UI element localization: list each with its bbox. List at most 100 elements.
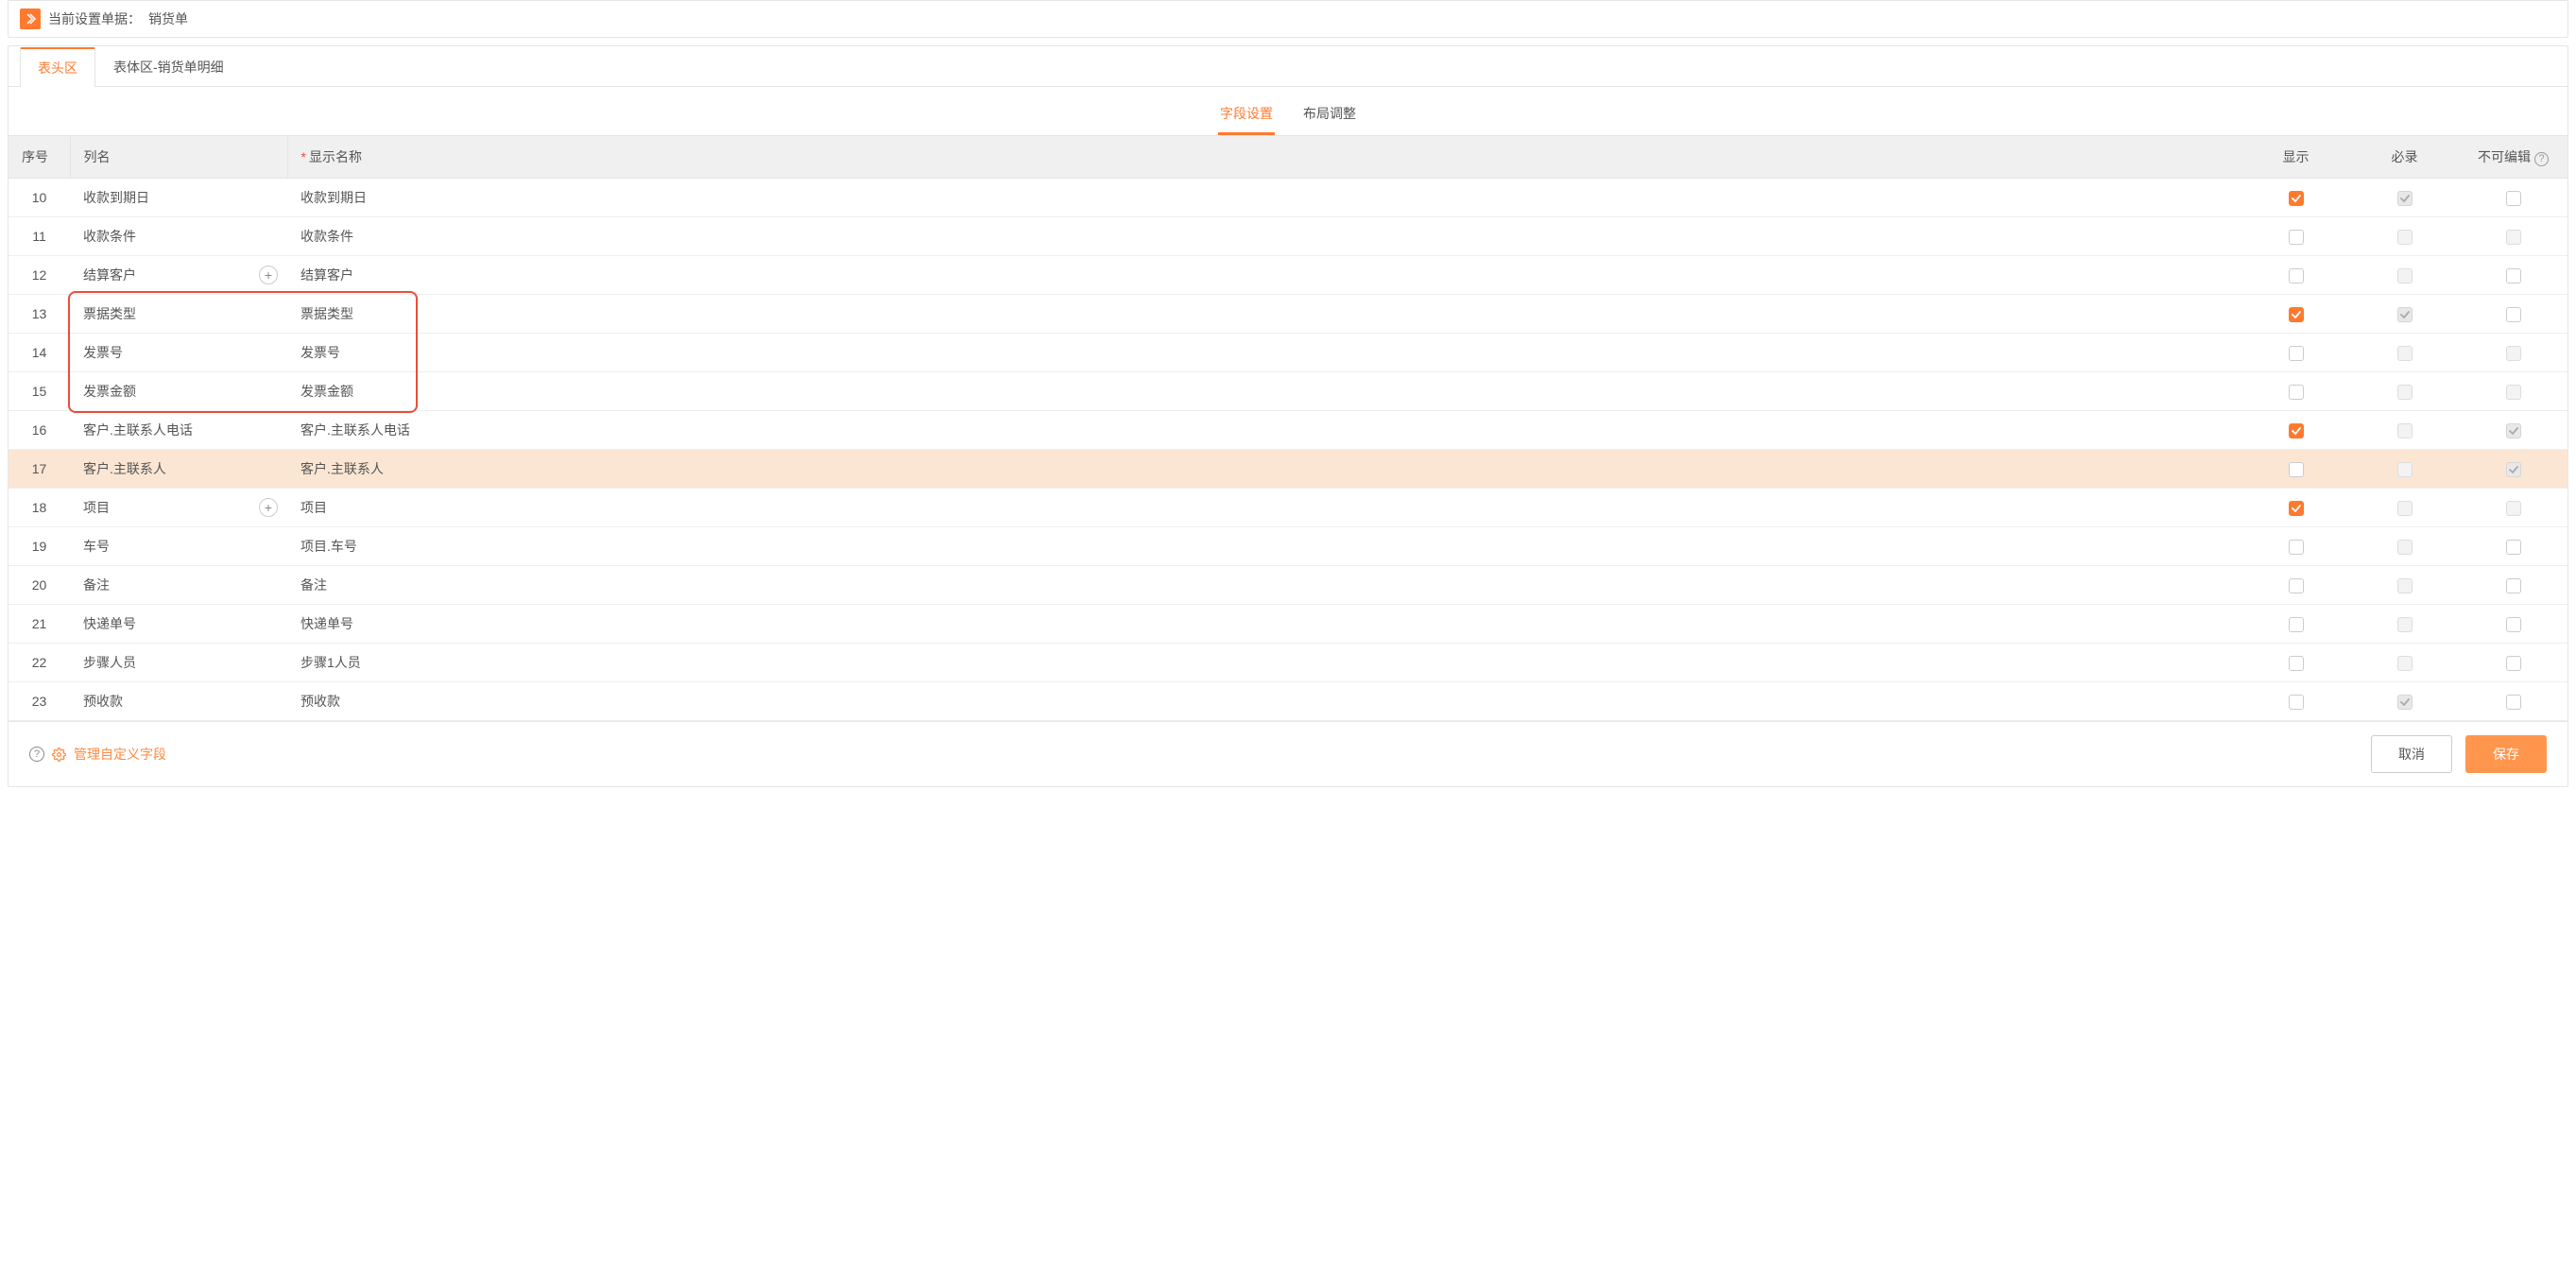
cell-seq: 17 bbox=[9, 450, 70, 489]
checkbox-readonly[interactable] bbox=[2506, 307, 2521, 322]
cell-show bbox=[2241, 450, 2350, 489]
table-row: 22步骤人员步骤1人员 bbox=[9, 644, 2567, 682]
checkbox-readonly bbox=[2506, 501, 2521, 516]
table-row: 10收款到期日收款到期日 bbox=[9, 179, 2567, 217]
checkbox-readonly[interactable] bbox=[2506, 695, 2521, 710]
cell-show bbox=[2241, 527, 2350, 566]
cell-name: 备注 bbox=[70, 566, 287, 605]
checkbox-readonly[interactable] bbox=[2506, 268, 2521, 284]
table-row: 19车号项目.车号 bbox=[9, 527, 2567, 566]
sub-tab-1[interactable]: 布局调整 bbox=[1301, 98, 1358, 135]
cell-seq: 15 bbox=[9, 372, 70, 411]
help-icon[interactable]: ? bbox=[2534, 152, 2549, 166]
checkbox-show[interactable] bbox=[2289, 307, 2304, 322]
cell-seq: 21 bbox=[9, 605, 70, 644]
cell-seq: 20 bbox=[9, 566, 70, 605]
col-header-required: 必录 bbox=[2350, 136, 2459, 179]
cell-display-name[interactable]: 快递单号 bbox=[287, 605, 2241, 644]
cell-readonly bbox=[2459, 295, 2567, 334]
col-header-name: 列名 bbox=[70, 136, 287, 179]
col-header-display-name: *显示名称 bbox=[287, 136, 2241, 179]
checkbox-show[interactable] bbox=[2289, 695, 2304, 710]
checkbox-show[interactable] bbox=[2289, 462, 2304, 477]
cell-required bbox=[2350, 411, 2459, 450]
checkbox-show[interactable] bbox=[2289, 230, 2304, 245]
cell-show bbox=[2241, 682, 2350, 721]
checkbox-show[interactable] bbox=[2289, 423, 2304, 438]
checkbox-readonly bbox=[2506, 462, 2521, 477]
cell-display-name[interactable]: 步骤1人员 bbox=[287, 644, 2241, 682]
col-header-show: 显示 bbox=[2241, 136, 2350, 179]
sub-tabs: 字段设置布局调整 bbox=[9, 87, 2567, 135]
table-row: 12结算客户+结算客户 bbox=[9, 256, 2567, 295]
cell-display-name[interactable]: 结算客户 bbox=[287, 256, 2241, 295]
cell-name: 步骤人员 bbox=[70, 644, 287, 682]
checkbox-show[interactable] bbox=[2289, 578, 2304, 593]
cell-display-name[interactable]: 收款到期日 bbox=[287, 179, 2241, 217]
manage-custom-fields-link[interactable]: 管理自定义字段 bbox=[74, 745, 166, 764]
checkbox-show[interactable] bbox=[2289, 346, 2304, 361]
table-row: 17客户.主联系人客户.主联系人 bbox=[9, 450, 2567, 489]
expand-sidebar-button[interactable] bbox=[20, 9, 41, 29]
cell-seq: 10 bbox=[9, 179, 70, 217]
cell-display-name[interactable]: 项目.车号 bbox=[287, 527, 2241, 566]
checkbox-readonly[interactable] bbox=[2506, 191, 2521, 206]
cell-name: 快递单号 bbox=[70, 605, 287, 644]
cell-seq: 23 bbox=[9, 682, 70, 721]
footer-help-icon[interactable]: ? bbox=[29, 747, 44, 762]
cell-display-name[interactable]: 客户.主联系人 bbox=[287, 450, 2241, 489]
tab-1[interactable]: 表体区-销货单明细 bbox=[95, 47, 242, 87]
table-row: 15发票金额发票金额 bbox=[9, 372, 2567, 411]
table-row: 13票据类型票据类型 bbox=[9, 295, 2567, 334]
cell-required bbox=[2350, 256, 2459, 295]
cell-name: 车号 bbox=[70, 527, 287, 566]
cell-display-name[interactable]: 备注 bbox=[287, 566, 2241, 605]
cell-name: 收款到期日 bbox=[70, 179, 287, 217]
checkbox-required bbox=[2397, 230, 2413, 245]
col-header-display-name-text: 显示名称 bbox=[309, 149, 362, 164]
tab-0[interactable]: 表头区 bbox=[20, 47, 95, 87]
checkbox-readonly bbox=[2506, 346, 2521, 361]
fields-table: 序号 列名 *显示名称 显示 必录 不可编辑? 10收款到期日收款到期日11收款… bbox=[9, 135, 2567, 721]
col-header-readonly-text: 不可编辑 bbox=[2478, 149, 2531, 164]
cell-display-name[interactable]: 发票金额 bbox=[287, 372, 2241, 411]
checkbox-required bbox=[2397, 385, 2413, 400]
cell-show bbox=[2241, 179, 2350, 217]
cell-display-name[interactable]: 票据类型 bbox=[287, 295, 2241, 334]
save-button[interactable]: 保存 bbox=[2465, 735, 2547, 773]
checkbox-readonly bbox=[2506, 423, 2521, 438]
checkbox-show[interactable] bbox=[2289, 617, 2304, 632]
checkbox-required bbox=[2397, 656, 2413, 671]
cell-name: 客户.主联系人电话 bbox=[70, 411, 287, 450]
checkbox-show[interactable] bbox=[2289, 501, 2304, 516]
cell-required bbox=[2350, 450, 2459, 489]
cell-seq: 12 bbox=[9, 256, 70, 295]
checkbox-readonly[interactable] bbox=[2506, 578, 2521, 593]
checkbox-required bbox=[2397, 540, 2413, 555]
col-header-readonly: 不可编辑? bbox=[2459, 136, 2567, 179]
add-sub-field-button[interactable]: + bbox=[259, 498, 278, 517]
checkbox-readonly[interactable] bbox=[2506, 540, 2521, 555]
checkbox-show[interactable] bbox=[2289, 191, 2304, 206]
cell-display-name[interactable]: 项目 bbox=[287, 489, 2241, 527]
cell-required bbox=[2350, 644, 2459, 682]
cell-show bbox=[2241, 566, 2350, 605]
cell-display-name[interactable]: 客户.主联系人电话 bbox=[287, 411, 2241, 450]
checkbox-show[interactable] bbox=[2289, 385, 2304, 400]
cell-display-name[interactable]: 收款条件 bbox=[287, 217, 2241, 256]
cell-show bbox=[2241, 605, 2350, 644]
sub-tab-0[interactable]: 字段设置 bbox=[1218, 98, 1275, 135]
cell-seq: 16 bbox=[9, 411, 70, 450]
checkbox-readonly[interactable] bbox=[2506, 656, 2521, 671]
cell-required bbox=[2350, 334, 2459, 372]
cancel-button[interactable]: 取消 bbox=[2371, 735, 2452, 773]
checkbox-show[interactable] bbox=[2289, 656, 2304, 671]
cell-display-name[interactable]: 预收款 bbox=[287, 682, 2241, 721]
checkbox-show[interactable] bbox=[2289, 268, 2304, 284]
table-row: 18项目+项目 bbox=[9, 489, 2567, 527]
checkbox-show[interactable] bbox=[2289, 540, 2304, 555]
cell-display-name[interactable]: 发票号 bbox=[287, 334, 2241, 372]
checkbox-required bbox=[2397, 346, 2413, 361]
add-sub-field-button[interactable]: + bbox=[259, 266, 278, 284]
checkbox-readonly[interactable] bbox=[2506, 617, 2521, 632]
